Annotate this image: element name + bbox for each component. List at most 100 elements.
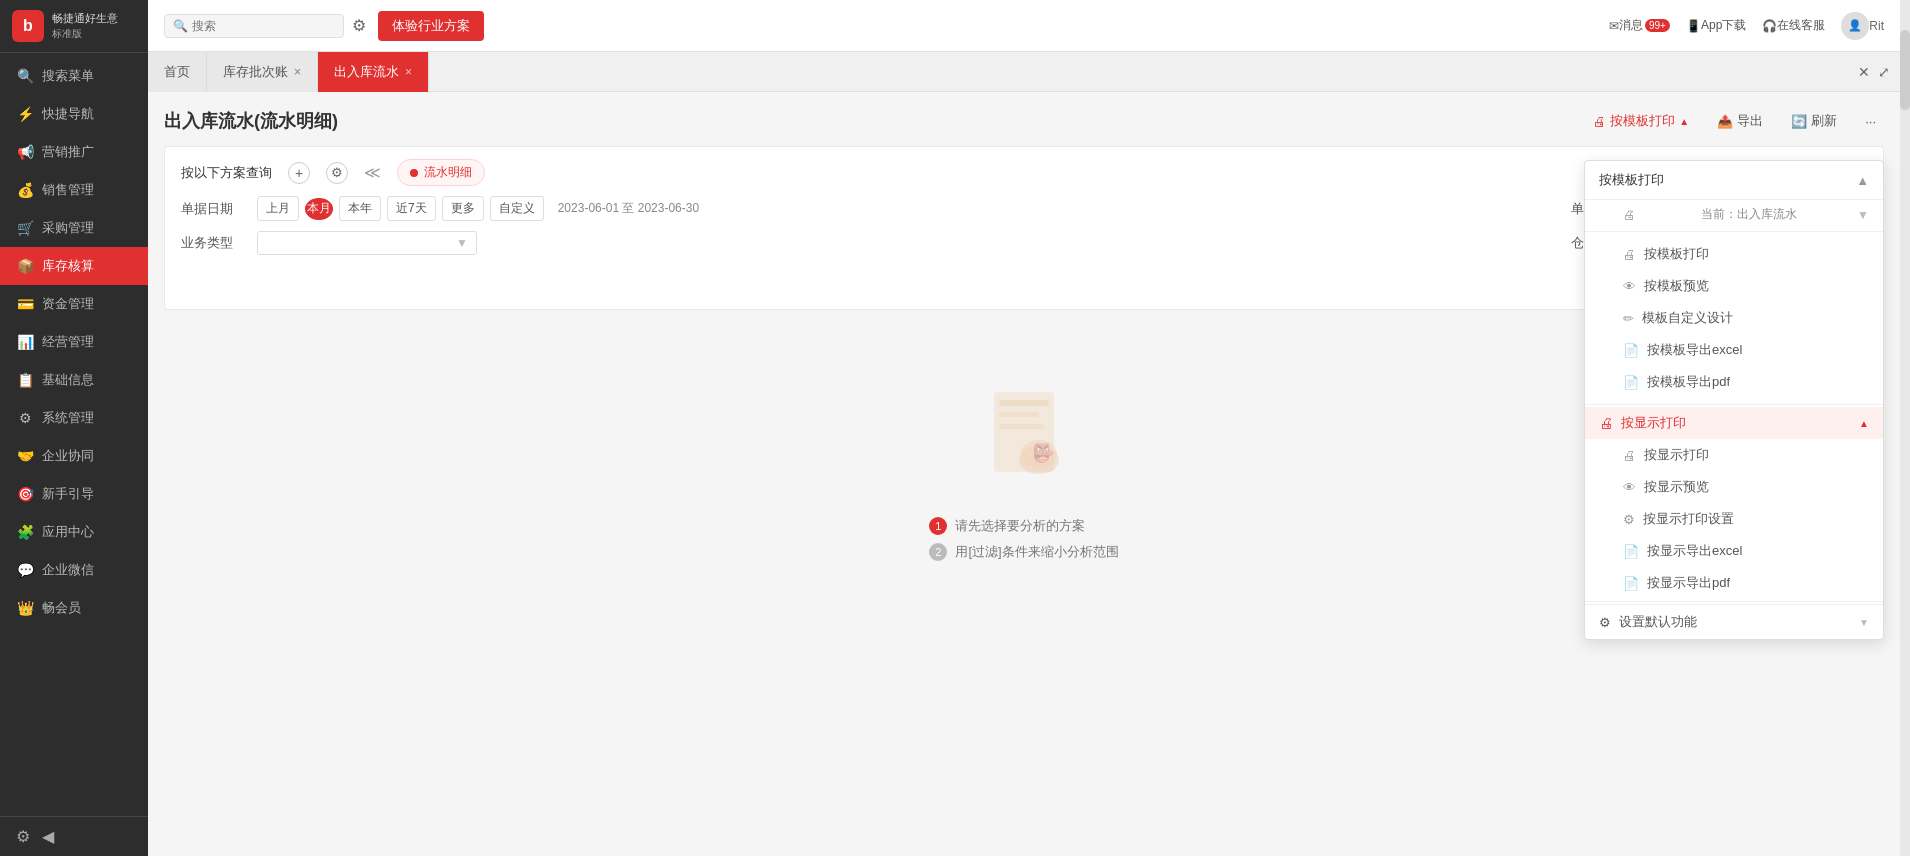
template-export-pdf-item[interactable]: 📄 按模板导出pdf [1585,366,1883,398]
trial-button[interactable]: 体验行业方案 [378,11,484,41]
sidebar-item-wechat[interactable]: 💬 企业微信 [0,551,148,589]
current-template: 🖨 当前：出入库流水 ▼ [1585,200,1883,229]
business-type-chevron-icon: ▼ [456,236,468,250]
sidebar-item-sales[interactable]: 💰 销售管理 [0,171,148,209]
download-icon: 📱 [1686,19,1701,33]
sidebar-item-operations[interactable]: 📊 经营管理 [0,323,148,361]
filter-collapse-button[interactable]: ≪ [364,163,381,182]
date-range-display: 2023-06-01 至 2023-06-30 [558,200,699,217]
settings-sub-icon: ⚙ [1623,512,1635,527]
system-icon: ⚙ [16,409,34,427]
filter-add-button[interactable]: + [288,162,310,184]
page-title: 出入库流水(流水明细) [164,109,338,133]
logo-sub: 标准版 [52,27,118,41]
more-actions-button[interactable]: ··· [1857,110,1884,133]
footer-settings-icon: ⚙ [1599,615,1611,630]
sidebar-item-system[interactable]: ⚙ 系统管理 [0,399,148,437]
basic-icon: 📋 [16,371,34,389]
current-chevron-icon: ▼ [1857,208,1869,222]
display-print-group-header[interactable]: 🖨 按显示打印 ▲ [1585,407,1883,439]
display-settings-item[interactable]: ⚙ 按显示打印设置 [1585,503,1883,535]
footer-chevron-icon: ▼ [1859,617,1869,628]
print-sub-icon-1: 🖨 [1623,247,1636,262]
business-type-select[interactable]: ▼ [257,231,477,255]
sidebar-nav: 🔍 搜索菜单 ⚡ 快捷导航 📢 营销推广 💰 销售管理 🛒 采购管理 📦 库存核… [0,53,148,816]
filter-chip-tag[interactable]: 流水明细 [397,159,485,186]
sales-icon: 💰 [16,181,34,199]
appstore-icon: 🧩 [16,523,34,541]
settings-bottom-icon[interactable]: ⚙ [16,827,30,846]
sidebar-item-finance[interactable]: 💳 资金管理 [0,285,148,323]
sidebar-item-member[interactable]: 👑 畅会员 [0,589,148,627]
date-more-btn[interactable]: 更多 [442,196,484,221]
sidebar-item-appstore[interactable]: 🧩 应用中心 [0,513,148,551]
export-button[interactable]: 📤 导出 [1709,108,1771,134]
chevron-up-icon: ▲ [1679,116,1689,127]
print-template-button[interactable]: 🖨 按模板打印 ▲ [1585,108,1697,134]
content-area: 出入库流水(流水明细) 🖨 按模板打印 ▲ 📤 导出 🔄 刷新 ··· [148,92,1900,856]
tab-home[interactable]: 首页 [148,52,207,92]
custom-sub-icon: ✏ [1623,311,1634,326]
sidebar-item-search[interactable]: 🔍 搜索菜单 [0,57,148,95]
refresh-button[interactable]: 🔄 刷新 [1783,108,1845,134]
main-scrollbar[interactable] [1900,0,1910,856]
sidebar-item-basic[interactable]: 📋 基础信息 [0,361,148,399]
search-icon-top: 🔍 [173,19,188,33]
tab-flow-close[interactable]: × [405,65,412,79]
wechat-icon: 💬 [16,561,34,579]
date-custom-btn[interactable]: 自定义 [490,196,544,221]
date-current-month-btn[interactable]: 本月 [305,198,333,220]
tab-bar: 首页 库存批次账 × 出入库流水 × ✕ ⤢ [148,52,1900,92]
set-default-footer[interactable]: ⚙ 设置默认功能 ▼ [1585,604,1883,639]
date-prev-month-btn[interactable]: 上月 [257,196,299,221]
print-sub-icon-2: 🖨 [1623,448,1636,463]
sidebar-item-guide[interactable]: 🎯 新手引导 [0,475,148,513]
svg-rect-2 [999,412,1039,417]
pdf-sub-icon-2: 📄 [1623,576,1639,591]
print-dropdown-title: 按模板打印 [1599,171,1664,189]
headset-icon: 🎧 [1762,19,1777,33]
sidebar-item-quicknav[interactable]: ⚡ 快捷导航 [0,95,148,133]
tab-batch-close[interactable]: × [294,65,301,79]
user-avatar-button[interactable]: 👤 Rit [1841,12,1884,40]
sidebar-item-marketing[interactable]: 📢 营销推广 [0,133,148,171]
topbar-search-box[interactable]: 🔍 [164,14,344,38]
filter-chip-dot [410,169,418,177]
display-export-excel-item[interactable]: 📄 按显示导出excel [1585,535,1883,567]
empty-step-1: 1 请先选择要分析的方案 [929,517,1118,535]
topbar-gear-icon[interactable]: ⚙ [352,16,366,35]
template-print-item[interactable]: 🖨 按模板打印 [1585,238,1883,270]
print-icon: 🖨 [1593,114,1606,129]
template-preview-item[interactable]: 👁 按模板预览 [1585,270,1883,302]
member-icon: 👑 [16,599,34,617]
filter-settings-button[interactable]: ⚙ [326,162,348,184]
main-area: 🔍 ⚙ 体验行业方案 ✉ 消息 99+ 📱 App下载 🎧 在线客服 👤 [148,0,1900,856]
message-button[interactable]: ✉ 消息 99+ [1609,17,1670,34]
marketing-icon: 📢 [16,143,34,161]
display-preview-item[interactable]: 👁 按显示预览 [1585,471,1883,503]
sidebar-item-collab[interactable]: 🤝 企业协同 [0,437,148,475]
template-export-excel-item[interactable]: 📄 按模板导出excel [1585,334,1883,366]
collapse-sidebar-icon[interactable]: ◀ [42,827,54,846]
display-print-item[interactable]: 🖨 按显示打印 [1585,439,1883,471]
message-badge: 99+ [1645,19,1670,32]
pdf-sub-icon-1: 📄 [1623,375,1639,390]
preview-sub-icon-1: 👁 [1623,279,1636,294]
display-export-pdf-item[interactable]: 📄 按显示导出pdf [1585,567,1883,599]
export-icon: 📤 [1717,114,1733,129]
sidebar-item-purchase[interactable]: 🛒 采购管理 [0,209,148,247]
divider-2 [1585,404,1883,405]
tab-batch[interactable]: 库存批次账 × [207,52,318,92]
template-custom-item[interactable]: ✏ 模板自定义设计 [1585,302,1883,334]
app-download-button[interactable]: 📱 App下载 [1686,17,1746,34]
search-input[interactable] [192,19,322,33]
expand-window-icon[interactable]: ⤢ [1878,64,1890,80]
dropdown-collapse-icon[interactable]: ▲ [1856,173,1869,188]
online-service-button[interactable]: 🎧 在线客服 [1762,17,1825,34]
sidebar-item-inventory[interactable]: 📦 库存核算 [0,247,148,285]
date-7days-btn[interactable]: 近7天 [387,196,436,221]
date-year-btn[interactable]: 本年 [339,196,381,221]
search-icon: 🔍 [16,67,34,85]
close-window-icon[interactable]: ✕ [1858,64,1870,80]
tab-flow[interactable]: 出入库流水 × [318,52,429,92]
